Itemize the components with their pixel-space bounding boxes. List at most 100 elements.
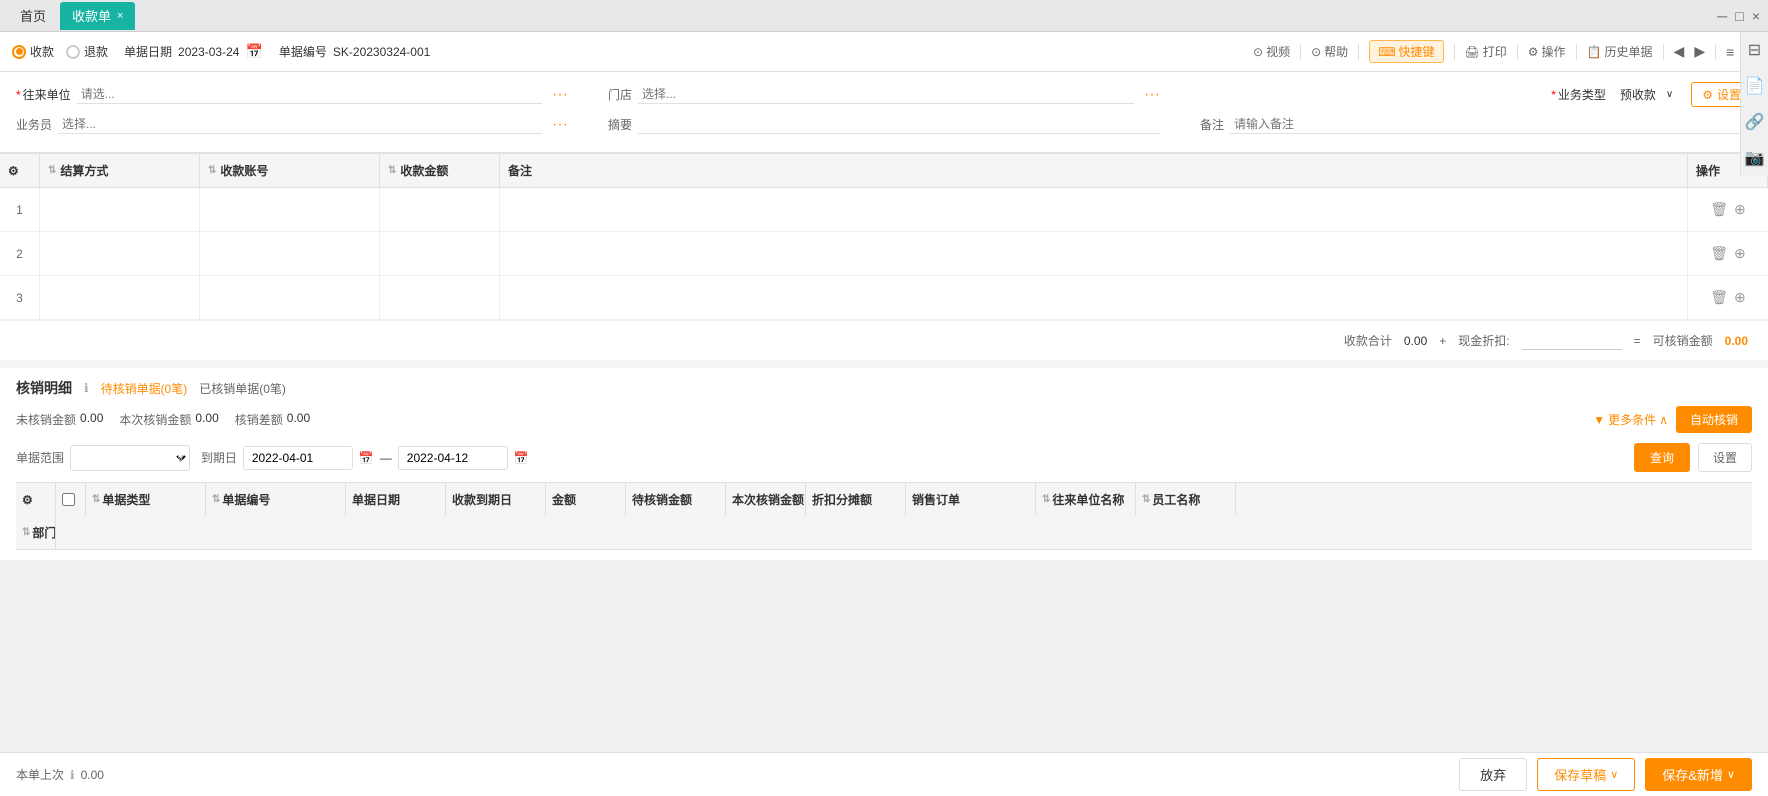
docnum-value: SK-20230324-001	[333, 45, 430, 59]
row3-copy-icon[interactable]: ⊕	[1734, 289, 1746, 306]
tab-bar: 首页 收款单 × ─ □ ×	[0, 0, 1768, 32]
tab-home[interactable]: 首页	[8, 2, 58, 30]
toolbar-history[interactable]: 📋 历史单据	[1587, 43, 1653, 60]
divider-6	[1663, 44, 1664, 60]
refund-radio[interactable]: 退款	[66, 43, 108, 60]
partner-input[interactable]	[77, 85, 542, 104]
toolbar-help-label: 帮助	[1324, 43, 1348, 60]
col-account-label: 收款账号	[220, 162, 268, 179]
calendar-icon[interactable]: 📅	[245, 43, 262, 60]
calendar-from-icon[interactable]: 📅	[359, 451, 374, 465]
row2-delete-icon[interactable]: 🗑	[1710, 245, 1728, 262]
save-new-button[interactable]: 保存&新增 ∨	[1645, 758, 1752, 791]
sort-doc-num-icon[interactable]: ⇅	[212, 494, 220, 505]
save-draft-button[interactable]: 保存草稿 ∨	[1537, 758, 1635, 791]
date-from-input[interactable]	[243, 446, 353, 470]
sort-dept-icon[interactable]: ⇅	[22, 527, 30, 538]
row3-account[interactable]	[200, 276, 380, 319]
sidebar-camera-icon[interactable]: 📷	[1745, 148, 1765, 168]
nav-prev-icon[interactable]: ◀	[1674, 43, 1685, 60]
toolbar-video[interactable]: ⊙ 视频	[1253, 43, 1290, 60]
col-settings[interactable]: ⚙	[0, 154, 40, 187]
row1-settlement[interactable]	[40, 188, 200, 231]
select-all-checkbox[interactable]	[62, 493, 75, 506]
toolbar-print[interactable]: 🖨 打印	[1465, 43, 1507, 60]
auto-writeoff-button[interactable]: 自动核销	[1676, 406, 1752, 433]
row3-remarks[interactable]	[500, 276, 1688, 319]
minimize-icon[interactable]: ─	[1717, 8, 1727, 24]
section-divider	[0, 360, 1768, 368]
employee-more-icon[interactable]: ···	[552, 116, 568, 134]
date-to-input[interactable]	[398, 446, 508, 470]
maximize-icon[interactable]: □	[1735, 8, 1743, 24]
toolbar-operation[interactable]: ⚙ 操作	[1528, 43, 1566, 60]
writeoff-info-icon[interactable]: ℹ	[84, 381, 89, 395]
receipt-radio-dot	[12, 45, 26, 59]
stat-diff: 核销差额 0.00	[235, 411, 310, 428]
store-input[interactable]	[638, 85, 1134, 104]
footer-btns: 放弃 保存草稿 ∨ 保存&新增 ∨	[1459, 758, 1752, 791]
save-draft-label: 保存草稿	[1554, 765, 1606, 784]
gear-icon: ⚙	[1702, 88, 1713, 102]
sort-icon-amount[interactable]: ⇅	[388, 165, 396, 176]
discount-input[interactable]	[1522, 331, 1622, 350]
plus-sign: +	[1439, 334, 1446, 348]
employee-input[interactable]	[58, 115, 542, 134]
detail-col-settings[interactable]: ⚙	[16, 483, 56, 516]
remarks-input[interactable]	[1230, 115, 1752, 134]
row1-account[interactable]	[200, 188, 380, 231]
business-type-chevron[interactable]: ∨	[1666, 89, 1673, 100]
tab-close-icon[interactable]: ×	[117, 10, 123, 22]
date-dash: —	[380, 451, 392, 465]
store-more-icon[interactable]: ···	[1144, 86, 1160, 104]
row2-settlement[interactable]	[40, 232, 200, 275]
row2-account[interactable]	[200, 232, 380, 275]
list-view-icon[interactable]: ≡	[1726, 44, 1734, 60]
more-filter-btn[interactable]: ▼ 更多条件 ∧	[1593, 411, 1668, 428]
row1-delete-icon[interactable]: 🗑	[1710, 201, 1728, 218]
date-label: 单据日期	[124, 43, 172, 60]
equals-sign: =	[1634, 334, 1641, 348]
footer-info-icon[interactable]: ℹ	[70, 768, 75, 782]
done-tab[interactable]: 已核销单据(0笔)	[199, 380, 286, 397]
close-icon[interactable]: ×	[1752, 8, 1760, 24]
sort-partner-icon[interactable]: ⇅	[1042, 494, 1050, 505]
sort-employee-icon[interactable]: ⇅	[1142, 494, 1150, 505]
receipt-radio[interactable]: 收款	[12, 43, 54, 60]
sidebar-doc-icon[interactable]: 📄	[1745, 76, 1765, 96]
detail-settings-button[interactable]: 设置	[1698, 443, 1752, 472]
stat-diff-value: 0.00	[287, 411, 310, 428]
row3-amount[interactable]	[380, 276, 500, 319]
toolbar-shortcut-label: 快捷键	[1399, 43, 1435, 60]
nav-next-icon[interactable]: ▶	[1694, 43, 1705, 60]
tab-receipt[interactable]: 收款单 ×	[60, 2, 135, 30]
row3-delete-icon[interactable]: 🗑	[1710, 289, 1728, 306]
row2-amount[interactable]	[380, 232, 500, 275]
sort-doc-type-icon[interactable]: ⇅	[92, 494, 100, 505]
stat-unwritten-label: 未核销金额	[16, 411, 76, 428]
available-value: 0.00	[1725, 334, 1748, 348]
row1-amount[interactable]	[380, 188, 500, 231]
sort-icon-account[interactable]: ⇅	[208, 165, 216, 176]
pending-tab[interactable]: 待核销单据(0笔)	[101, 380, 188, 397]
row2-copy-icon[interactable]: ⊕	[1734, 245, 1746, 262]
summary-input[interactable]	[638, 115, 1160, 134]
row3-settlement[interactable]	[40, 276, 200, 319]
toolbar-help[interactable]: ⊙ 帮助	[1311, 43, 1348, 60]
filter-actions: 查询 设置	[1634, 443, 1752, 472]
footer-info: 本单上次 ℹ 0.00	[16, 766, 104, 783]
stat-current-label: 本次核销金额	[119, 411, 191, 428]
calendar-to-icon[interactable]: 📅	[514, 451, 529, 465]
sidebar-table-icon[interactable]: ⊟	[1748, 40, 1761, 60]
sort-icon-settlement[interactable]: ⇅	[48, 165, 56, 176]
row2-remarks[interactable]	[500, 232, 1688, 275]
query-button[interactable]: 查询	[1634, 443, 1690, 472]
detail-col-doc-date-label: 单据日期	[352, 491, 400, 508]
toolbar-shortcut[interactable]: ⌨ 快捷键	[1369, 40, 1443, 63]
partner-more-icon[interactable]: ···	[552, 86, 568, 104]
row1-remarks[interactable]	[500, 188, 1688, 231]
row1-copy-icon[interactable]: ⊕	[1734, 201, 1746, 218]
range-select[interactable]	[70, 445, 190, 471]
abandon-button[interactable]: 放弃	[1459, 758, 1527, 791]
sidebar-link-icon[interactable]: 🔗	[1745, 112, 1765, 132]
